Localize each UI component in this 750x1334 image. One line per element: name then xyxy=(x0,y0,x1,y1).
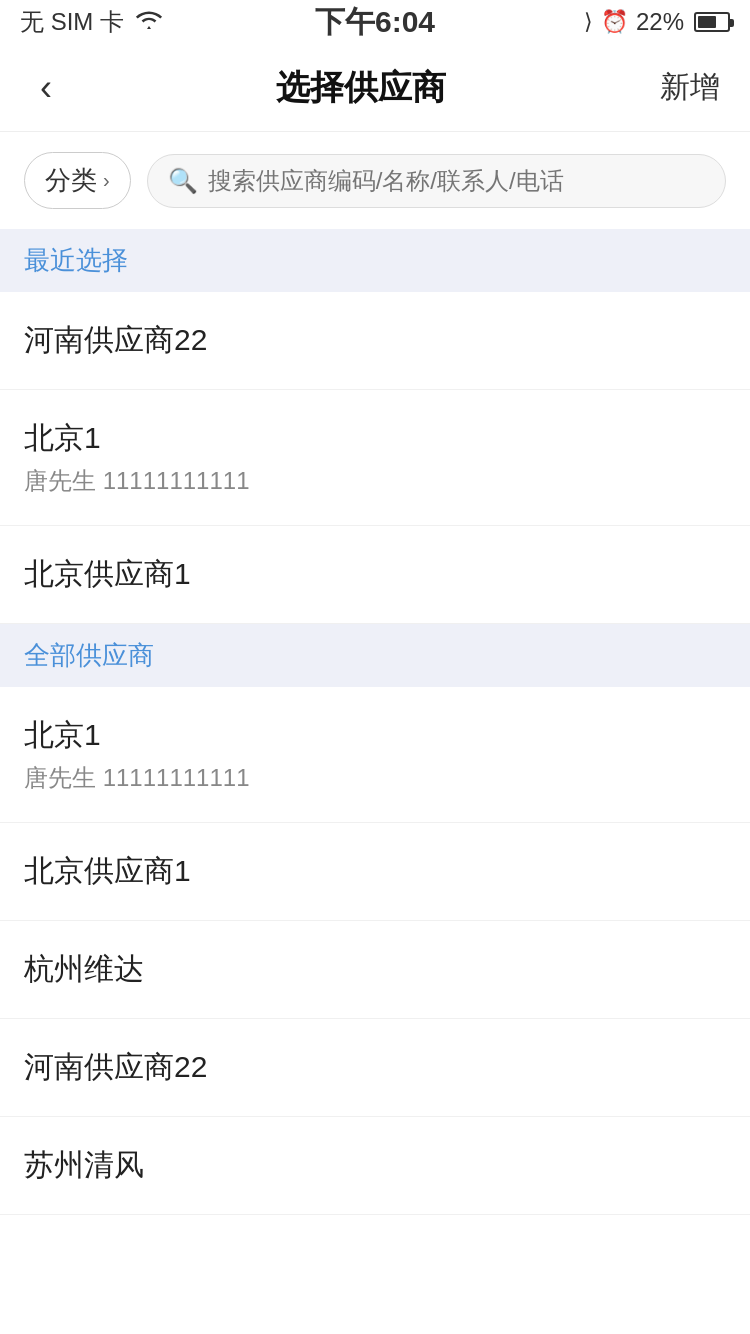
all-list-item[interactable]: 苏州清风 xyxy=(0,1117,750,1215)
alarm-icon: ⏰ xyxy=(601,9,628,35)
item-name: 河南供应商22 xyxy=(24,320,726,361)
item-name: 北京1 xyxy=(24,715,726,756)
all-section-header: 全部供应商 xyxy=(0,624,750,687)
all-list-item[interactable]: 杭州维达 xyxy=(0,921,750,1019)
nav-bar: ‹ 选择供应商 新增 xyxy=(0,44,750,132)
all-list-item[interactable]: 北京1 唐先生 11111111111 xyxy=(0,687,750,823)
chevron-right-icon: › xyxy=(103,169,110,192)
wifi-icon xyxy=(134,8,164,36)
all-items-list: 北京1 唐先生 11111111111 北京供应商1 杭州维达河南供应商22 苏州清风 xyxy=(0,687,750,1215)
location-icon: ⟩ xyxy=(584,9,593,35)
search-area: 分类 › 🔍 xyxy=(0,132,750,229)
recent-items-list: 河南供应商22 北京1 唐先生 11111111111 北京供应商1 xyxy=(0,292,750,624)
carrier-text: 无 SIM 卡 xyxy=(20,6,124,38)
item-name: 北京供应商1 xyxy=(24,554,726,595)
all-list-item[interactable]: 北京供应商1 xyxy=(0,823,750,921)
recent-list-item[interactable]: 北京供应商1 xyxy=(0,526,750,624)
item-sub: 唐先生 11111111111 xyxy=(24,762,726,794)
item-name: 苏州清风 xyxy=(24,1145,726,1186)
category-label: 分类 xyxy=(45,163,97,198)
battery-text: 22% xyxy=(636,8,684,36)
status-carrier-area: 无 SIM 卡 xyxy=(20,6,164,38)
page-title: 选择供应商 xyxy=(276,65,446,111)
item-name: 杭州维达 xyxy=(24,949,726,990)
item-name: 北京1 xyxy=(24,418,726,459)
status-time: 下午6:04 xyxy=(315,2,435,43)
recent-section-header: 最近选择 xyxy=(0,229,750,292)
search-input[interactable] xyxy=(208,167,705,195)
search-box: 🔍 xyxy=(147,154,726,208)
add-button[interactable]: 新增 xyxy=(660,67,720,108)
back-button[interactable]: ‹ xyxy=(30,57,62,119)
item-name: 河南供应商22 xyxy=(24,1047,726,1088)
item-name: 北京供应商1 xyxy=(24,851,726,892)
recent-list-item[interactable]: 河南供应商22 xyxy=(0,292,750,390)
battery-icon xyxy=(694,12,730,32)
status-right-area: ⟩ ⏰ 22% xyxy=(584,8,730,36)
category-filter-button[interactable]: 分类 › xyxy=(24,152,131,209)
recent-list-item[interactable]: 北京1 唐先生 11111111111 xyxy=(0,390,750,526)
item-sub: 唐先生 11111111111 xyxy=(24,465,726,497)
status-bar: 无 SIM 卡 下午6:04 ⟩ ⏰ 22% xyxy=(0,0,750,44)
search-icon: 🔍 xyxy=(168,167,198,195)
all-list-item[interactable]: 河南供应商22 xyxy=(0,1019,750,1117)
